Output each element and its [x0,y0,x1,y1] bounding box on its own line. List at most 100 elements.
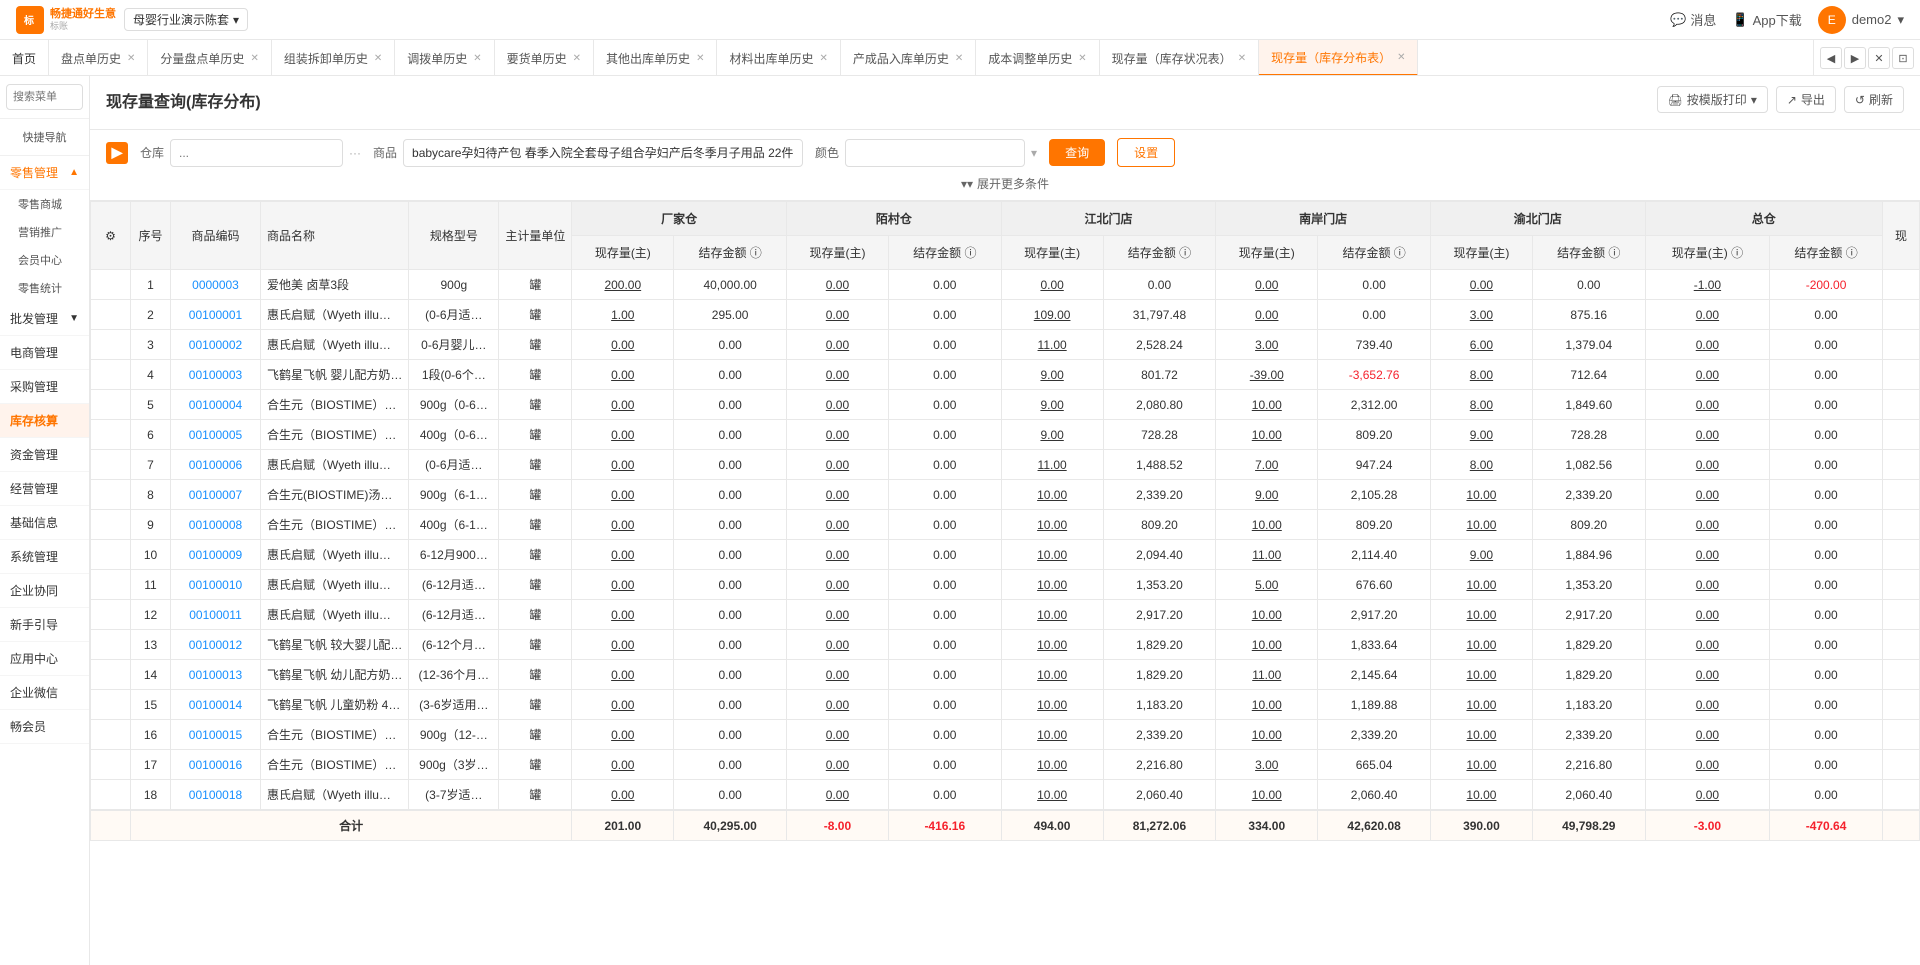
query-btn[interactable]: 查询 [1049,139,1105,166]
th-total-amt: 结存金额 ⓘ [1770,236,1883,270]
tab-transfer[interactable]: 调拨单历史 ✕ [395,40,494,76]
chevron-down-icon: ▾ [233,13,239,27]
table-row: 400100003飞鹤星飞帆 婴儿配方奶…1段(0-6个…罐0.000.000.… [91,360,1920,390]
dots-icon: ··· [349,146,361,160]
sidebar-menu: 零售管理 ▲ 零售商城 营销推广 会员中心 零售统计 批发管理 ▼ 电商管理 采… [0,156,89,965]
close-icon[interactable]: ✕ [573,53,581,64]
sidebar-item-guide[interactable]: 新手引导 [0,608,89,642]
tab-cost-adjust[interactable]: 成本调整单历史 ✕ [976,40,1099,76]
sidebar-item-purchase[interactable]: 采购管理 [0,370,89,404]
close-icon[interactable]: ✕ [473,53,481,64]
table-footer-row: 合计201.0040,295.00-8.00-416.16494.0081,27… [91,810,1920,841]
expand-more-row: ▾▾ 展开更多条件 [106,175,1904,192]
quick-nav-btn[interactable]: 快捷导航 [0,123,89,151]
export-btn[interactable]: ↗ 导出 [1776,86,1836,113]
goods-input[interactable] [403,139,803,167]
message-btn[interactable]: 💬 消息 [1670,10,1716,29]
table-row: 900100008合生元（BIOSTIME）…400g（6-1…罐0.000.0… [91,510,1920,540]
sidebar-search-area [0,76,89,119]
sidebar-item-app-center[interactable]: 应用中心 [0,642,89,676]
tab-stock-dist[interactable]: 现存量（库存分布表） ✕ [1259,40,1418,76]
sidebar-item-retail-stats[interactable]: 零售统计 [0,274,89,302]
chevron-down-icon: ▾ [1031,146,1037,160]
sidebar-item-finance[interactable]: 资金管理 [0,438,89,472]
table-row: 700100006惠氏启赋（Wyeth illu…(0-6月适…罐0.000.0… [91,450,1920,480]
tab-assemble[interactable]: 组装拆卸单历史 ✕ [272,40,395,76]
warehouse-input[interactable] [170,139,343,167]
tab-nav-controls: ◀ ▶ ✕ ⊡ [1813,40,1920,76]
table-row: 1700100016合生元（BIOSTIME）…900g（3岁…罐0.000.0… [91,750,1920,780]
top-bar-right: 💬 消息 📱 App下载 E demo2 ▾ [1670,6,1904,34]
close-icon[interactable]: ✕ [127,53,135,64]
user-menu[interactable]: E demo2 ▾ [1818,6,1904,34]
sidebar-item-basic[interactable]: 基础信息 [0,506,89,540]
sidebar-item-ecommerce[interactable]: 电商管理 [0,336,89,370]
sidebar-item-retail[interactable]: 零售管理 ▲ [0,156,89,190]
sidebar-item-system[interactable]: 系统管理 [0,540,89,574]
th-gear[interactable]: ⚙ [91,202,131,270]
sidebar-item-wholesale[interactable]: 批发管理 ▼ [0,302,89,336]
th-nanan-qty: 现存量(主) [1216,236,1318,270]
table-row: 300100002惠氏启赋（Wyeth illu…0-6月婴儿…罐0.000.0… [91,330,1920,360]
settings-btn[interactable]: 设置 [1117,138,1175,167]
app-download-btn[interactable]: 📱 App下载 [1732,10,1801,29]
print-btn[interactable]: 🖨 按模版打印 ▾ [1657,86,1768,113]
sidebar-item-cooperation[interactable]: 企业协同 [0,574,89,608]
tab-material-out[interactable]: 材料出库单历史 ✕ [717,40,840,76]
th-jiangbei-qty: 现存量(主) [1001,236,1103,270]
close-icon[interactable]: ✕ [819,53,827,64]
content-area: 现存量查询(库存分布) 🖨 按模版打印 ▾ ↗ 导出 ↺ [90,76,1920,965]
close-icon[interactable]: ✕ [1238,53,1246,64]
sidebar-item-retail-shop[interactable]: 零售商城 [0,190,89,218]
sidebar-item-vip[interactable]: 畅会员 [0,710,89,744]
th-mocun-amt: 结存金额 ⓘ [888,236,1001,270]
industry-selector[interactable]: 母婴行业演示陈套 ▾ [124,8,248,31]
warehouse-filter: 仓库 ··· [140,139,361,167]
arrow-up-icon: ▲ [69,167,79,178]
th-nanan: 南岸门店 [1216,202,1431,236]
tab-product-in[interactable]: 产成品入库单历史 ✕ [841,40,976,76]
th-total: 总仓 [1645,202,1882,236]
expand-more-btn[interactable]: ▾▾ 展开更多条件 [961,175,1049,192]
tab-home[interactable]: 首页 [0,40,49,76]
table-row: 1400100013飞鹤星飞帆 幼儿配方奶…(12-36个月…罐0.000.00… [91,660,1920,690]
close-icon[interactable]: ✕ [955,53,963,64]
th-factory-qty: 现存量(主) [572,236,674,270]
sidebar-item-member[interactable]: 会员中心 [0,246,89,274]
search-input[interactable] [6,84,83,110]
sidebar-item-inventory[interactable]: 库存核算 [0,404,89,438]
sidebar-item-operations[interactable]: 经营管理 [0,472,89,506]
tab-stock-status[interactable]: 现存量（库存状况表） ✕ [1100,40,1259,76]
tab-bar: 首页 盘点单历史 ✕ 分量盘点单历史 ✕ 组装拆卸单历史 ✕ 调拨单历史 ✕ 要… [0,40,1920,76]
sidebar-item-wechat[interactable]: 企业微信 [0,676,89,710]
gear-icon[interactable]: ⚙ [105,229,116,243]
th-factory: 厂家仓 [572,202,787,236]
tab-stock-history[interactable]: 盘点单历史 ✕ [49,40,148,76]
tab-stock-split[interactable]: 分量盘点单历史 ✕ [148,40,271,76]
close-icon[interactable]: ✕ [374,53,382,64]
close-icon[interactable]: ✕ [250,53,258,64]
th-spec: 规格型号 [409,202,499,270]
th-unit: 主计量单位 [499,202,572,270]
tab-prev-btn[interactable]: ◀ [1820,47,1842,69]
main-layout: 快捷导航 零售管理 ▲ 零售商城 营销推广 会员中心 零售统计 批发管理 ▼ 电… [0,76,1920,965]
data-table: ⚙ 序号 商品编码 商品名称 规格型号 主计量单位 厂家仓 陌村仓 江北门店 南… [90,201,1920,841]
message-icon: 💬 [1670,12,1686,28]
sidebar-item-marketing[interactable]: 营销推广 [0,218,89,246]
tab-requisition[interactable]: 要货单历史 ✕ [495,40,594,76]
color-input[interactable] [845,139,1025,167]
close-icon[interactable]: ✕ [1397,52,1405,63]
chevron-down-icon: ▼ [69,313,79,324]
filter-expand-btn[interactable]: ▶ [106,142,128,164]
refresh-btn[interactable]: ↺ 刷新 [1844,86,1904,113]
tab-expand-btn[interactable]: ⊡ [1892,47,1914,69]
tab-close-all-btn[interactable]: ✕ [1868,47,1890,69]
tab-next-btn[interactable]: ▶ [1844,47,1866,69]
goods-label: 商品 [373,144,397,161]
th-yubei-qty: 现存量(主) [1430,236,1532,270]
th-current: 现 [1882,202,1919,270]
close-icon[interactable]: ✕ [1078,53,1086,64]
close-icon[interactable]: ✕ [696,53,704,64]
tab-other-out[interactable]: 其他出库单历史 ✕ [594,40,717,76]
table-container[interactable]: ⚙ 序号 商品编码 商品名称 规格型号 主计量单位 厂家仓 陌村仓 江北门店 南… [90,201,1920,965]
